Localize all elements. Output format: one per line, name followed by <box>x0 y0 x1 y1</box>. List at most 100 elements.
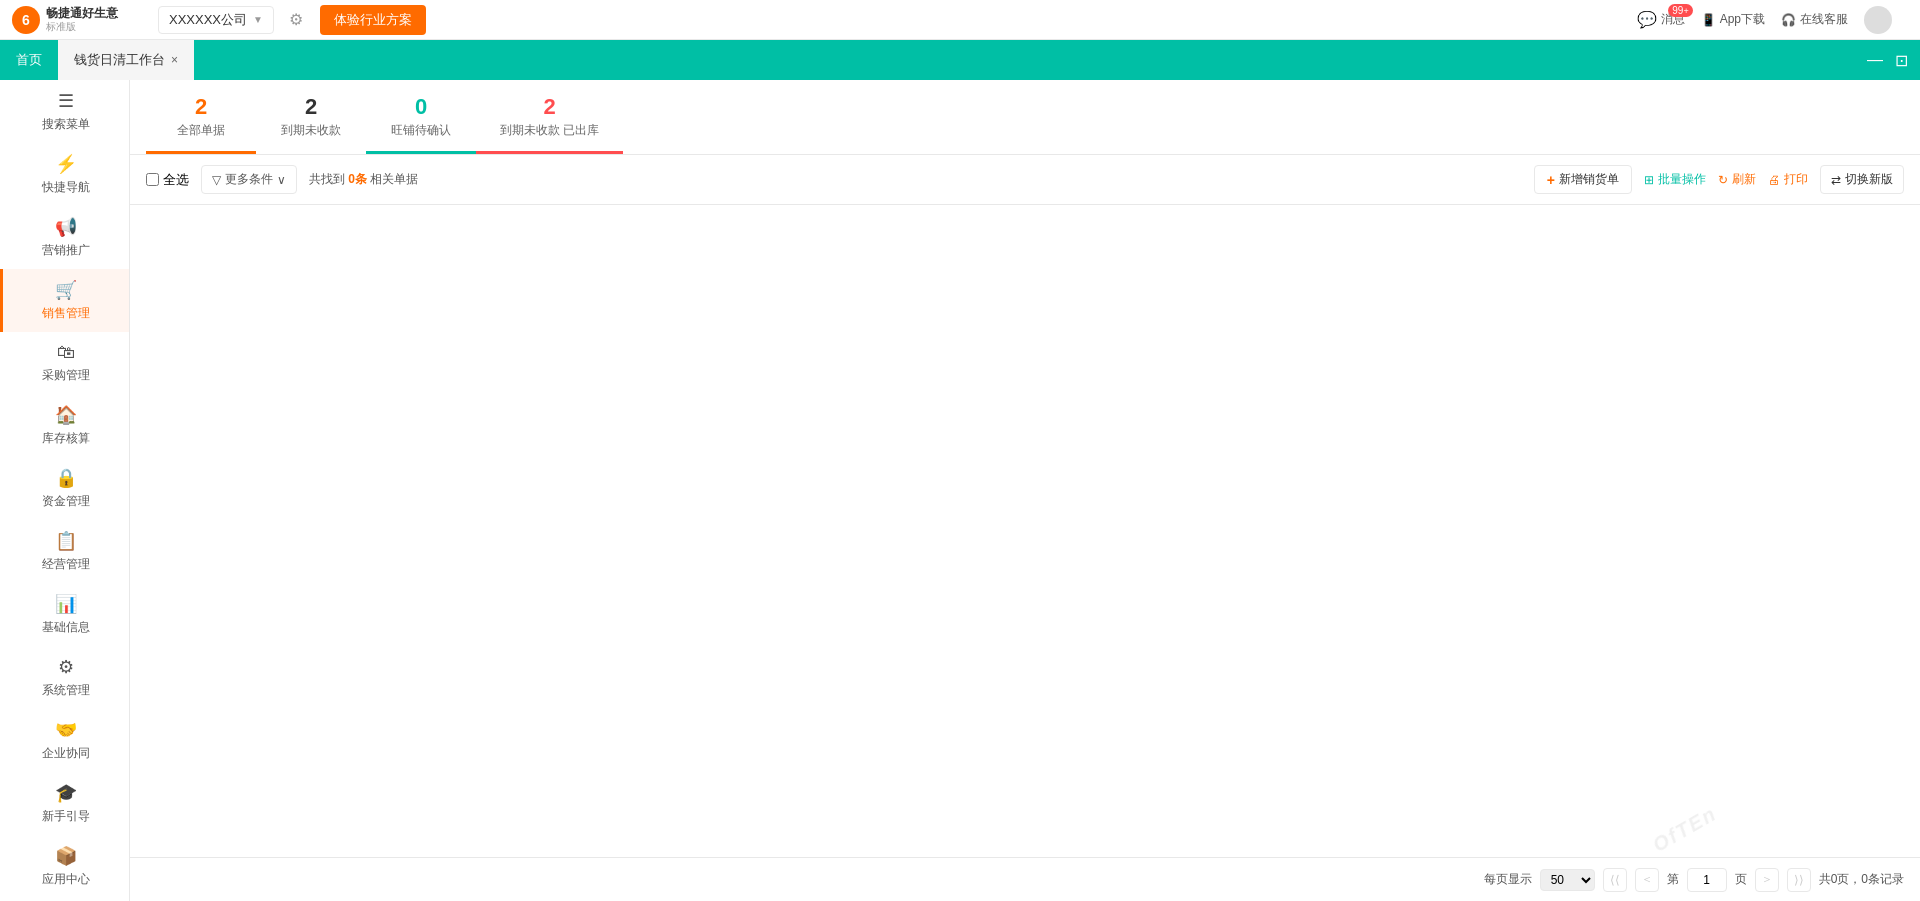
page-size-label: 每页显示 <box>1484 871 1532 888</box>
filter-icon: ▽ <box>212 173 221 187</box>
logo-icon: 6 <box>12 6 40 34</box>
next-page-button[interactable]: ＞ <box>1755 868 1779 892</box>
pagination: 每页显示 50 100 200 ⟨⟨ ＜ 第 页 ＞ ⟩⟩ 共0页，0条记录 <box>130 857 1920 901</box>
select-all-checkbox[interactable]: 全选 <box>146 171 189 189</box>
app-center-icon: 📦 <box>55 845 77 867</box>
logo-sub: 标准版 <box>46 21 118 33</box>
page-number-input[interactable] <box>1687 868 1727 892</box>
sidebar-item-system[interactable]: ⚙ 系统管理 <box>0 646 129 709</box>
marketing-icon: 📢 <box>55 216 77 238</box>
sidebar-item-app-center[interactable]: 📦 应用中心 <box>0 835 129 898</box>
table-area <box>130 205 1920 857</box>
switch-icon: ⇄ <box>1831 173 1841 187</box>
app-download-button[interactable]: 📱 App下载 <box>1701 11 1765 28</box>
online-service-button[interactable]: 🎧 在线客服 <box>1781 11 1848 28</box>
found-text: 共找到 0条 相关单据 <box>309 171 418 188</box>
content-area: 2 全部单据 2 到期未收款 0 旺铺待确认 2 到期未收款 已出库 全选 <box>130 80 1920 901</box>
stat-tabs: 2 全部单据 2 到期未收款 0 旺铺待确认 2 到期未收款 已出库 <box>130 80 1920 155</box>
sidebar-item-sales[interactable]: 🛒 销售管理 <box>0 269 129 332</box>
main-layout: ☰ 搜索菜单 ⚡ 快捷导航 📢 营销推广 🛒 销售管理 🛍 采购管理 🏠 库存核… <box>0 80 1920 901</box>
top-bar: 6 畅捷通好生意 标准版 XXXXXX公司 ▼ ⚙ 体验行业方案 💬 消息 99… <box>0 0 1920 40</box>
bell-icon: 💬 <box>1637 10 1657 29</box>
batch-operation-button[interactable]: ⊞ 批量操作 <box>1644 171 1706 188</box>
sidebar-item-marketing[interactable]: 📢 营销推广 <box>0 206 129 269</box>
tab-close-icon[interactable]: × <box>171 53 178 67</box>
stat-label-wangpu: 旺铺待确认 <box>390 122 452 139</box>
sidebar: ☰ 搜索菜单 ⚡ 快捷导航 📢 营销推广 🛒 销售管理 🛍 采购管理 🏠 库存核… <box>0 80 130 901</box>
company-name: XXXXXX公司 <box>169 11 247 29</box>
select-all-input[interactable] <box>146 173 159 186</box>
beginner-icon: 🎓 <box>55 782 77 804</box>
stat-num-all: 2 <box>170 96 232 118</box>
inventory-icon: 🏠 <box>55 404 77 426</box>
sidebar-item-quick-nav[interactable]: ⚡ 快捷导航 <box>0 143 129 206</box>
page-label: 第 <box>1667 871 1679 888</box>
total-label: 共0页，0条记录 <box>1819 871 1904 888</box>
sidebar-item-operations[interactable]: 📋 经营管理 <box>0 520 129 583</box>
logo-main: 畅捷通好生意 <box>46 6 118 20</box>
settings-button[interactable]: ⚙ <box>282 6 310 34</box>
stat-tab-shipped[interactable]: 2 到期未收款 已出库 <box>476 88 623 154</box>
user-avatar[interactable] <box>1864 6 1892 34</box>
select-all-label: 全选 <box>163 171 189 189</box>
system-icon: ⚙ <box>58 656 74 678</box>
company-selector[interactable]: XXXXXX公司 ▼ <box>158 6 274 34</box>
stat-label-shipped: 到期未收款 已出库 <box>500 122 599 139</box>
plus-icon: + <box>1547 172 1555 188</box>
stat-num-overdue: 2 <box>280 96 342 118</box>
notification-button[interactable]: 💬 消息 99+ <box>1637 10 1685 29</box>
last-page-button[interactable]: ⟩⟩ <box>1787 868 1811 892</box>
page-suffix: 页 <box>1735 871 1747 888</box>
print-button[interactable]: 🖨 打印 <box>1768 171 1808 188</box>
basic-info-icon: 📊 <box>55 593 77 615</box>
prev-page-button[interactable]: ＜ <box>1635 868 1659 892</box>
found-count: 0条 <box>348 172 367 186</box>
stat-label-overdue: 到期未收款 <box>280 122 342 139</box>
tab-home[interactable]: 首页 <box>0 40 58 80</box>
stat-tab-wangpu[interactable]: 0 旺铺待确认 <box>366 88 476 154</box>
more-conditions-button[interactable]: ▽ 更多条件 ∨ <box>201 165 297 194</box>
search-menu-icon: ☰ <box>58 90 74 112</box>
sidebar-item-search[interactable]: ☰ 搜索菜单 <box>0 80 129 143</box>
chevron-down-icon: ∨ <box>277 173 286 187</box>
sidebar-item-basic-info[interactable]: 📊 基础信息 <box>0 583 129 646</box>
sidebar-item-inventory[interactable]: 🏠 库存核算 <box>0 394 129 457</box>
batch-icon: ⊞ <box>1644 173 1654 187</box>
tab-maximize-button[interactable]: ⊡ <box>1895 51 1908 70</box>
phone-icon: 📱 <box>1701 13 1716 27</box>
stat-label-all: 全部单据 <box>170 122 232 139</box>
stat-num-wangpu: 0 <box>390 96 452 118</box>
finance-icon: 🔒 <box>55 467 77 489</box>
sales-icon: 🛒 <box>55 279 77 301</box>
trial-button[interactable]: 体验行业方案 <box>320 5 426 35</box>
page-size-select[interactable]: 50 100 200 <box>1540 869 1595 891</box>
sidebar-item-finance[interactable]: 🔒 资金管理 <box>0 457 129 520</box>
notification-badge: 99+ <box>1668 4 1692 17</box>
sidebar-item-enterprise[interactable]: 🤝 企业协同 <box>0 709 129 772</box>
tab-bar-actions: — ⊡ <box>1867 51 1920 70</box>
switch-version-button[interactable]: ⇄ 切换新版 <box>1820 165 1904 194</box>
tab-bar: 首页 钱货日清工作台 × — ⊡ <box>0 40 1920 80</box>
add-sales-order-button[interactable]: + 新增销货单 <box>1534 165 1632 194</box>
sidebar-item-beginner[interactable]: 🎓 新手引导 <box>0 772 129 835</box>
enterprise-icon: 🤝 <box>55 719 77 741</box>
refresh-button[interactable]: ↻ 刷新 <box>1718 171 1756 188</box>
sidebar-item-purchase[interactable]: 🛍 采购管理 <box>0 332 129 394</box>
operations-icon: 📋 <box>55 530 77 552</box>
dropdown-arrow-icon: ▼ <box>253 14 263 25</box>
top-right-area: 💬 消息 99+ 📱 App下载 🎧 在线客服 <box>1637 6 1908 34</box>
tab-workbench[interactable]: 钱货日清工作台 × <box>58 40 194 80</box>
headset-icon: 🎧 <box>1781 13 1796 27</box>
first-page-button[interactable]: ⟨⟨ <box>1603 868 1627 892</box>
refresh-icon: ↻ <box>1718 173 1728 187</box>
logo-area: 6 畅捷通好生意 标准版 <box>12 6 142 34</box>
print-icon: 🖨 <box>1768 173 1780 187</box>
purchase-icon: 🛍 <box>57 342 75 363</box>
tab-minimize-button[interactable]: — <box>1867 51 1883 69</box>
quick-nav-icon: ⚡ <box>55 153 77 175</box>
stat-tab-overdue[interactable]: 2 到期未收款 <box>256 88 366 154</box>
toolbar-right: + 新增销货单 ⊞ 批量操作 ↻ 刷新 🖨 打印 ⇄ 切换新版 <box>1534 165 1904 194</box>
stat-tab-all[interactable]: 2 全部单据 <box>146 88 256 154</box>
toolbar: 全选 ▽ 更多条件 ∨ 共找到 0条 相关单据 + 新增销货单 ⊞ 批量操作 <box>130 155 1920 205</box>
stat-num-shipped: 2 <box>500 96 599 118</box>
